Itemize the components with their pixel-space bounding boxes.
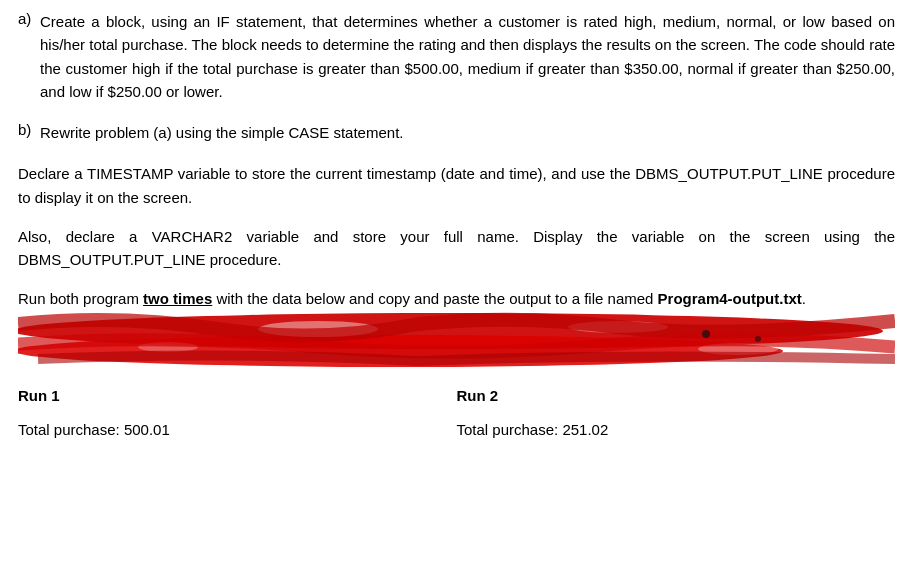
run2-label: Total purchase: (457, 421, 559, 438)
section-a-label: a) (18, 10, 40, 103)
run1-label: Total purchase: (18, 421, 120, 438)
runs-section: Run 1 Total purchase: 500.01 Run 2 Total… (18, 387, 895, 441)
run1-title: Run 1 (18, 387, 457, 404)
section-a: a) Create a block, using an IF statement… (18, 10, 895, 103)
run2-data: Total purchase: 251.02 (457, 418, 896, 441)
run-both-end: . (802, 290, 806, 307)
run-both-bold: two times (143, 290, 212, 307)
section-b: b) Rewrite problem (a) using the simple … (18, 121, 895, 144)
run2-value: 251.02 (562, 421, 608, 438)
section-b-label: b) (18, 121, 40, 144)
run-both-block: Run both program two times with the data… (18, 287, 895, 366)
run1-value: 500.01 (124, 421, 170, 438)
run-both-bold2: Program4-output.txt (658, 290, 802, 307)
paragraph-varchar: Also, declare a VARCHAR2 variable and st… (18, 225, 895, 272)
section-a-text: Create a block, using an IF statement, t… (40, 10, 895, 103)
svg-point-6 (702, 330, 710, 338)
run-both-suffix: with the data below and copy and paste t… (212, 290, 657, 307)
section-b-text: Rewrite problem (a) using the simple CAS… (40, 121, 895, 144)
redaction-svg (18, 309, 895, 367)
run-both-line: Run both program two times with the data… (18, 287, 895, 310)
run1-data: Total purchase: 500.01 (18, 418, 457, 441)
paragraph-timestamp: Declare a TIMESTAMP variable to store th… (18, 162, 895, 209)
svg-point-7 (755, 336, 761, 342)
content-area: a) Create a block, using an IF statement… (18, 10, 895, 441)
run-both-prefix: Run both program (18, 290, 143, 307)
run2-column: Run 2 Total purchase: 251.02 (457, 387, 896, 441)
redacted-overlay (18, 309, 895, 367)
run1-column: Run 1 Total purchase: 500.01 (18, 387, 457, 441)
run2-title: Run 2 (457, 387, 896, 404)
